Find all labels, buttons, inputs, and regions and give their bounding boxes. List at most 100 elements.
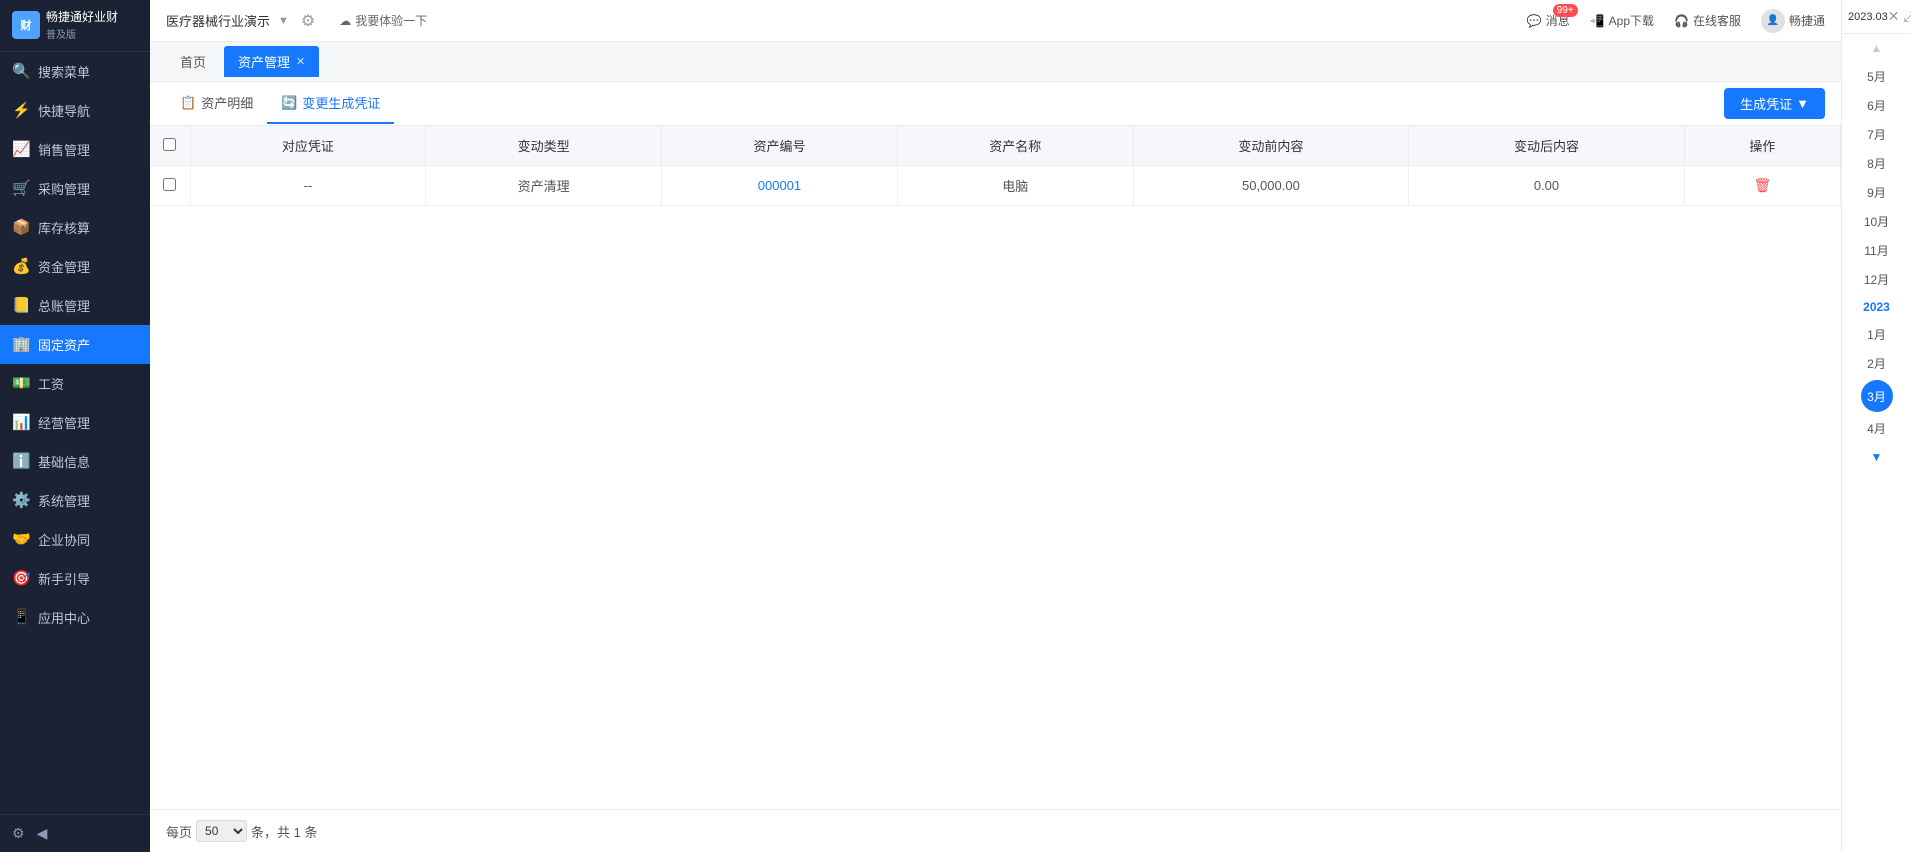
sidebar-item-ledger[interactable]: 📒总账管理 [0,286,150,325]
sub-tab-bar: 📋 资产明细 🔄 变更生成凭证 生成凭证 ▼ [150,82,1841,126]
sidebar-label-quick-nav: 快捷导航 [38,101,90,120]
tab-close-icon[interactable]: ✕ [296,55,305,68]
sidebar-item-search[interactable]: 🔍搜索菜单 [0,52,150,91]
sidebar-item-app-center[interactable]: 📱 应用中心 [0,598,150,637]
sidebar-icon-search: 🔍 [12,62,30,80]
td-asset-name-0: 电脑 [897,166,1133,206]
sidebar-item-purchase[interactable]: 🛒 采购管理 [0,169,150,208]
top-header: 医疗器械行业演示 ▼ ⚙ ☁ 我要体验一下 💬 消息 99+ 📲 App下载 🎧… [150,0,1841,42]
data-table: 对应凭证 变动类型 资产编号 资产名称 变动前内容 变动后内容 操作 -- 资产… [150,126,1841,206]
sidebar-item-basic-info[interactable]: ℹ️基础信息 [0,442,150,481]
logo-text: 畅捷通好业财 [46,10,118,26]
tab-asset-management[interactable]: 资产管理 ✕ [224,46,319,77]
sidebar-icon-sales: 📈 [12,140,30,158]
th-asset-name: 资产名称 [897,126,1133,166]
calendar-panel: 2023.03 ✕ ⤢ ▲ 5月 6月 7月 8月 9月 10月 11月 12月… [1841,0,1911,852]
online-service-action[interactable]: 🎧 在线客服 [1674,12,1741,29]
sidebar-label-finance: 资金管理 [38,257,90,276]
sidebar-item-system[interactable]: ⚙️系统管理 [0,481,150,520]
company-dropdown-icon[interactable]: ▼ [278,15,289,27]
collapse-icon[interactable]: ◀ [37,825,48,842]
table-header-row: 对应凭证 变动类型 资产编号 资产名称 变动前内容 变动后内容 操作 [150,126,1841,166]
month-7[interactable]: 7月 [1842,120,1911,149]
calendar-nav-down[interactable]: ▼ [1867,447,1887,467]
app-download-label: App下载 [1609,12,1654,29]
sidebar-item-guide[interactable]: 🎯 新手引导 [0,559,150,598]
calendar-close-button[interactable]: ✕ [1888,8,1900,25]
experience-icon: ☁ [339,14,351,28]
calendar-expand-button[interactable]: ⤢ [1904,8,1911,25]
month-9[interactable]: 9月 [1842,178,1911,207]
sidebar-icon-purchase: 🛒 [12,179,30,197]
sidebar: 财 畅捷通好业财 普及版 🔍搜索菜单 ⚡ 快捷导航 📈 销售管理 🛒 采购管理 📦库存核算 💰 资… [0,0,150,852]
sidebar-label-sales: 销售管理 [38,140,90,159]
online-service-icon: 🎧 [1674,14,1689,28]
total-label: 条，共 1 条 [251,822,317,841]
month-5[interactable]: 5月 [1842,62,1911,91]
tab-asset-label: 资产管理 [238,52,290,71]
month-4[interactable]: 4月 [1842,414,1911,443]
sidebar-item-finance[interactable]: 💰 资金管理 [0,247,150,286]
month-6[interactable]: 6月 [1842,91,1911,120]
select-all-checkbox[interactable] [163,138,176,151]
month-3-current[interactable]: 3月 [1861,380,1893,412]
month-2[interactable]: 2月 [1842,349,1911,378]
online-service-label: 在线客服 [1693,12,1741,29]
header-left: 医疗器械行业演示 ▼ ⚙ ☁ 我要体验一下 [166,11,427,31]
app-logo: 财 畅捷通好业财 普及版 [0,0,150,52]
sub-tab-asset-detail[interactable]: 📋 资产明细 [166,83,267,124]
user-info[interactable]: 👤 畅捷通 [1761,9,1825,33]
sidebar-icon-app-center: 📱 [12,608,30,626]
calendar-nav-up[interactable]: ▲ [1867,38,1887,58]
generate-voucher-button[interactable]: 生成凭证 ▼ [1724,88,1825,119]
messages-action[interactable]: 💬 消息 99+ [1527,12,1570,29]
change-voucher-icon: 🔄 [281,95,297,111]
sidebar-icon-quick-nav: ⚡ [12,101,30,119]
experience-button[interactable]: ☁ 我要体验一下 [339,12,427,29]
pagination-bar: 每页 50 10 20 100 条，共 1 条 [150,809,1841,852]
change-voucher-label: 变更生成凭证 [302,93,380,112]
sidebar-label-purchase: 采购管理 [38,179,90,198]
sidebar-item-operations[interactable]: 📊经营管理 [0,403,150,442]
td-after-change-0: 0.00 [1409,166,1685,206]
logo-sub: 普及版 [46,26,118,41]
delete-row-0[interactable]: 🗑 [1754,177,1772,193]
year-2023-label: 2023 [1842,294,1911,320]
app-download-icon: 📲 [1590,14,1605,28]
sidebar-icon-guide: 🎯 [12,569,30,587]
sidebar-icon-inventory: 📦 [12,218,30,236]
per-page-select[interactable]: 50 10 20 100 [196,820,247,842]
sidebar-item-sales[interactable]: 📈 销售管理 [0,130,150,169]
th-checkbox [150,126,190,166]
month-12[interactable]: 12月 [1842,265,1911,294]
sidebar-item-fixed-assets[interactable]: 🏢固定资产 [0,325,150,364]
company-name: 医疗器械行业演示 [166,11,270,30]
settings-bottom-icon[interactable]: ⚙ [12,825,25,842]
td-checkbox-0 [150,166,190,206]
app-download-action[interactable]: 📲 App下载 [1590,12,1654,29]
month-8[interactable]: 8月 [1842,149,1911,178]
month-11[interactable]: 11月 [1842,236,1911,265]
tab-home[interactable]: 首页 [166,46,220,77]
th-operation: 操作 [1684,126,1840,166]
sidebar-label-app-center: 应用中心 [38,608,90,627]
th-after-change: 变动后内容 [1409,126,1685,166]
month-1[interactable]: 1月 [1842,320,1911,349]
sidebar-icon-basic-info: ℹ️ [12,452,30,470]
sidebar-icon-fixed-assets: 🏢 [12,335,30,353]
sidebar-item-quick-nav[interactable]: ⚡ 快捷导航 [0,91,150,130]
sidebar-label-guide: 新手引导 [38,569,90,588]
row-checkbox-0[interactable] [163,178,176,191]
th-change-type: 变动类型 [426,126,662,166]
sidebar-item-inventory[interactable]: 📦库存核算 [0,208,150,247]
sidebar-item-salary[interactable]: 💵工资 [0,364,150,403]
message-icon: 💬 [1527,14,1542,28]
calendar-scroll: ▲ 5月 6月 7月 8月 9月 10月 11月 12月 2023 1月 2月 … [1842,34,1911,852]
sidebar-item-enterprise[interactable]: 🤝企业协同 [0,520,150,559]
sidebar-icon-finance: 💰 [12,257,30,275]
per-page-label: 每页 [166,822,192,841]
td-operation-0: 🗑 [1684,166,1840,206]
month-10[interactable]: 10月 [1842,207,1911,236]
sub-tab-change-voucher[interactable]: 🔄 变更生成凭证 [267,83,394,124]
header-settings-icon[interactable]: ⚙ [301,11,315,31]
